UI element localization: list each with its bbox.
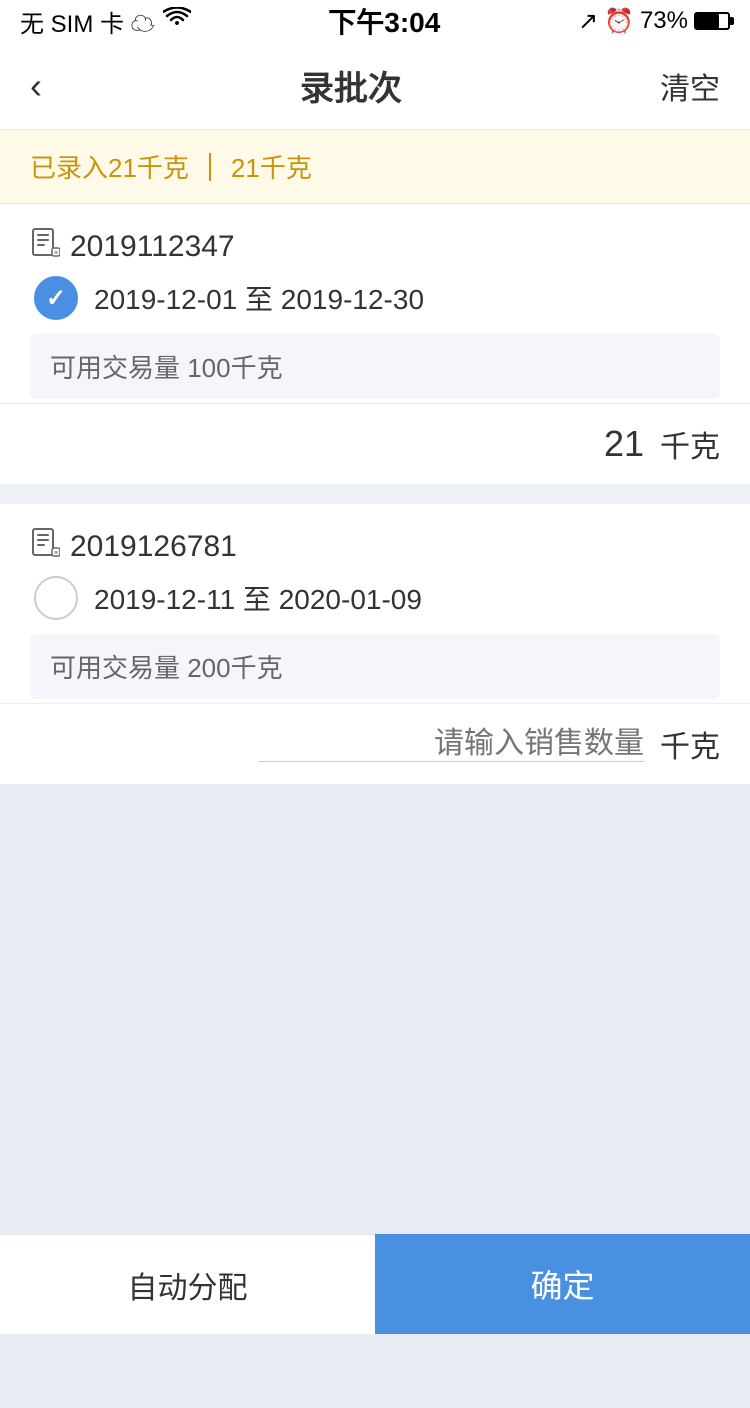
qty-unit-2: 千克 — [660, 722, 720, 766]
qty-input-container-2[interactable]: 千克 — [0, 703, 750, 784]
batch-row-1[interactable]: 2019-12-01 至 2019-12-30 — [30, 276, 720, 320]
batch-id-1: 2019112347 — [70, 230, 235, 264]
batch-date-1: 2019-12-01 至 2019-12-30 — [94, 278, 424, 318]
qty-input-2[interactable] — [258, 727, 644, 762]
info-divider — [209, 153, 211, 181]
svg-text:≡: ≡ — [54, 550, 58, 557]
content-wrapper: ≡ 2019112347 2019-12-01 至 2019-12-30 可用交… — [0, 204, 750, 1408]
qty-value-1: 21 — [604, 423, 644, 465]
back-button[interactable]: ‹ — [30, 65, 42, 107]
confirm-button[interactable]: 确定 — [375, 1234, 750, 1334]
battery-icon — [694, 12, 730, 30]
status-time: 下午3:04 — [328, 1, 440, 41]
qty-unit-1: 千克 — [660, 422, 720, 466]
status-bar: 无 SIM 卡 ☁ 下午3:04 ↗ ⏰ 73% — [0, 0, 750, 42]
page-title: 录批次 — [300, 61, 402, 110]
batch-doc-icon-2: ≡ — [30, 528, 60, 566]
bottom-bar: 自动分配 确定 — [0, 1234, 750, 1334]
radio-unchecked-2[interactable] — [34, 576, 78, 620]
alarm-icon: ⏰ — [604, 7, 634, 36]
batch-header-1: ≡ 2019112347 — [30, 228, 720, 266]
wifi-icon — [163, 7, 191, 36]
batch-header-2: ≡ 2019126781 — [30, 528, 720, 566]
batch-doc-icon-1: ≡ — [30, 228, 60, 266]
batch-date-2: 2019-12-11 至 2020-01-09 — [94, 578, 422, 618]
info-value: 21千克 — [231, 148, 312, 185]
status-left: 无 SIM 卡 ☁ — [20, 4, 191, 39]
batch-card-2: ≡ 2019126781 2019-12-11 至 2020-01-09 可用交… — [0, 504, 750, 703]
clear-button[interactable]: 清空 — [660, 64, 720, 108]
batch-row-2[interactable]: 2019-12-11 至 2020-01-09 — [30, 576, 720, 620]
section-separator — [0, 484, 750, 504]
batch-card-1: ≡ 2019112347 2019-12-01 至 2019-12-30 可用交… — [0, 204, 750, 403]
status-right: ↗ ⏰ 73% — [578, 7, 730, 36]
auto-distribute-button[interactable]: 自动分配 — [0, 1234, 375, 1334]
qty-row-1: 21 千克 — [0, 403, 750, 484]
avail-box-1: 可用交易量 100千克 — [30, 334, 720, 399]
recorded-label: 已录入21千克 — [30, 148, 189, 185]
svg-text:≡: ≡ — [54, 250, 58, 257]
avail-box-2: 可用交易量 200千克 — [30, 634, 720, 699]
no-sim-label: 无 SIM 卡 ☁ — [20, 4, 155, 39]
nav-bar: ‹ 录批次 清空 — [0, 42, 750, 130]
info-bar: 已录入21千克 21千克 — [0, 130, 750, 204]
battery-percent: 73% — [640, 7, 688, 35]
location-icon: ↗ — [578, 7, 598, 36]
radio-checked-1[interactable] — [34, 276, 78, 320]
batch-id-2: 2019126781 — [70, 530, 237, 564]
